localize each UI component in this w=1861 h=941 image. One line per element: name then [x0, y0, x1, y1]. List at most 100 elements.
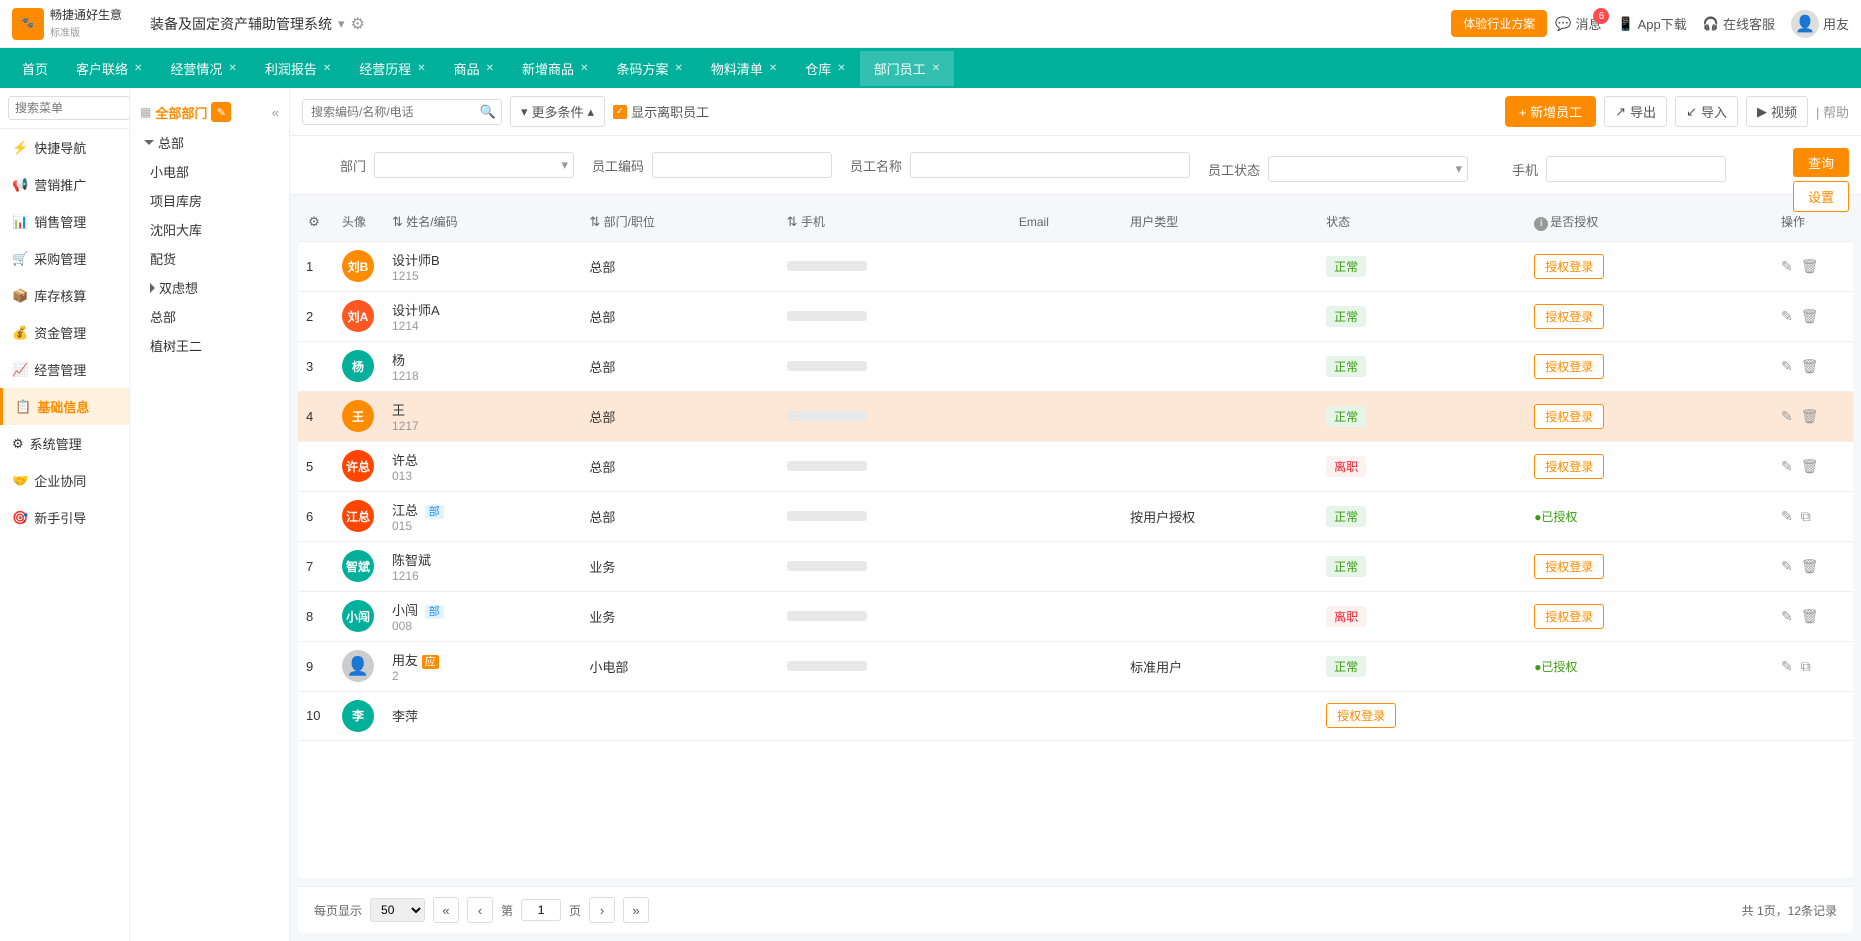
edit-icon[interactable]: ✎ — [1781, 308, 1793, 325]
prev-page-button[interactable]: ‹ — [467, 897, 493, 923]
edit-icon[interactable]: ✎ — [1781, 358, 1793, 375]
dept-parent-headquarter[interactable]: 总部 — [130, 128, 289, 157]
sidebar-item-bizmanage[interactable]: 📈 经营管理 — [0, 351, 129, 388]
sidebar-item-collab[interactable]: 🤝 企业协同 — [0, 462, 129, 499]
export-button[interactable]: ↗ 导出 — [1604, 96, 1667, 127]
dept-node-projroom[interactable]: 项目库房 — [130, 186, 289, 215]
dept-parent-shuanglv[interactable]: 双虑想 — [130, 273, 289, 302]
delete-icon[interactable]: 🗑 — [1801, 558, 1819, 575]
set-button[interactable]: 设置 — [1793, 181, 1849, 212]
next-page-button[interactable]: › — [589, 897, 615, 923]
dept-all-label[interactable]: 全部部门 — [155, 103, 207, 122]
search-input[interactable] — [302, 99, 502, 125]
nav-item-operation[interactable]: 经营情况 ✕ — [156, 51, 250, 86]
auth-button[interactable]: 授权登录 — [1534, 604, 1604, 629]
edit-icon[interactable]: ✎ — [1781, 408, 1793, 425]
nav-item-customer[interactable]: 客户联络 ✕ — [62, 51, 156, 86]
app-download-item[interactable]: 📱 App下载 — [1617, 14, 1686, 33]
show-resigned-label[interactable]: ✓ 显示离职员工 — [613, 102, 709, 121]
search-button[interactable]: 🔍 — [480, 104, 496, 120]
last-page-button[interactable]: » — [623, 897, 649, 923]
sidebar-item-sales[interactable]: 📊 销售管理 — [0, 203, 129, 240]
auth-button[interactable]: 授权登录 — [1326, 703, 1396, 728]
sidebar-item-marketing[interactable]: 📢 营销推广 — [0, 166, 129, 203]
edit-icon[interactable]: ✎ — [1781, 508, 1793, 525]
nav-item-warehouse[interactable]: 仓库 ✕ — [791, 51, 859, 86]
edit-icon[interactable]: ✎ — [1781, 558, 1793, 575]
user-item[interactable]: 👤 用友 — [1791, 10, 1849, 38]
trial-button[interactable]: 体验行业方案 — [1451, 10, 1547, 37]
service-item[interactable]: 🎧 在线客服 — [1703, 14, 1775, 33]
table-settings-icon[interactable]: ⚙ — [306, 214, 322, 230]
auth-button[interactable]: 授权登录 — [1534, 304, 1604, 329]
delete-icon[interactable]: 🗑 — [1801, 358, 1819, 375]
dept-node-shenyang[interactable]: 沈阳大库 — [130, 215, 289, 244]
show-resigned-checkbox[interactable]: ✓ — [613, 105, 627, 119]
delete-icon[interactable]: 🗑 — [1801, 258, 1819, 275]
emp-code-input[interactable] — [652, 152, 832, 178]
sidebar-item-basic[interactable]: 📋 基础信息 — [0, 388, 129, 425]
dept-select[interactable] — [374, 152, 574, 178]
more-filter-button[interactable]: ▾ 更多条件 ▴ — [510, 96, 605, 127]
sidebar-item-inventory[interactable]: 📦 库存核算 — [0, 277, 129, 314]
auth-button[interactable]: 授权登录 — [1534, 354, 1604, 379]
copy-icon[interactable]: ⧉ — [1801, 658, 1811, 675]
nav-close-addgoods[interactable]: ✕ — [580, 63, 588, 74]
edit-icon[interactable]: ✎ — [1781, 608, 1793, 625]
settings-icon[interactable]: ⚙ — [351, 14, 365, 34]
edit-icon[interactable]: ✎ — [1781, 658, 1793, 675]
nav-close-customer[interactable]: ✕ — [134, 63, 142, 74]
phone-input[interactable] — [1546, 156, 1726, 182]
dept-node-headquarter2[interactable]: 总部 — [130, 302, 289, 331]
edit-icon[interactable]: ✎ — [1781, 258, 1793, 275]
delete-icon[interactable]: 🗑 — [1801, 408, 1819, 425]
page-size-select[interactable]: 50 100 — [370, 898, 425, 922]
nav-close-profit[interactable]: ✕ — [323, 63, 331, 74]
search-submit-button[interactable]: 查询 — [1793, 148, 1849, 177]
nav-item-home[interactable]: 首页 — [8, 51, 62, 86]
nav-item-dept[interactable]: 部门员工 ✕ — [860, 51, 954, 86]
nav-close-dept[interactable]: ✕ — [932, 63, 940, 74]
emp-name-input[interactable] — [910, 152, 1190, 178]
auth-button[interactable]: 授权登录 — [1534, 554, 1604, 579]
nav-item-goods[interactable]: 商品 ✕ — [440, 51, 508, 86]
nav-item-profit[interactable]: 利润报告 ✕ — [251, 51, 345, 86]
view-button[interactable]: ▶ 视频 — [1746, 96, 1808, 127]
nav-item-addgoods[interactable]: 新增商品 ✕ — [508, 51, 602, 86]
help-icon[interactable]: | 帮助 — [1816, 102, 1849, 121]
delete-icon[interactable]: 🗑 — [1801, 608, 1819, 625]
nav-item-bom[interactable]: 物料清单 ✕ — [697, 51, 791, 86]
sidebar-search-input[interactable] — [8, 96, 130, 120]
nav-close-bom[interactable]: ✕ — [769, 63, 777, 74]
delete-icon[interactable]: 🗑 — [1801, 458, 1819, 475]
sidebar-item-guide[interactable]: 🎯 新手引导 — [0, 499, 129, 536]
dept-node-zhishu[interactable]: 植树王二 — [130, 331, 289, 360]
nav-close-history[interactable]: ✕ — [417, 63, 425, 74]
sys-title-dropdown-icon[interactable]: ▾ — [338, 16, 345, 32]
dept-node-xiaodian[interactable]: 小电部 — [130, 157, 289, 186]
auth-button[interactable]: 授权登录 — [1534, 254, 1604, 279]
nav-close-goods[interactable]: ✕ — [486, 63, 494, 74]
first-page-button[interactable]: « — [433, 897, 459, 923]
dept-edit-button[interactable]: ✎ — [211, 102, 231, 122]
auth-button[interactable]: 授权登录 — [1534, 404, 1604, 429]
add-employee-button[interactable]: + 新增员工 — [1505, 96, 1596, 127]
sidebar-item-finance[interactable]: 💰 资金管理 — [0, 314, 129, 351]
nav-item-history[interactable]: 经营历程 ✕ — [345, 51, 439, 86]
sidebar-item-system[interactable]: ⚙ 系统管理 — [0, 425, 129, 462]
nav-close-barcode[interactable]: ✕ — [674, 63, 682, 74]
page-number-input[interactable]: 1 — [521, 899, 561, 921]
nav-close-operation[interactable]: ✕ — [228, 63, 236, 74]
sidebar-item-purchase[interactable]: 🛒 采购管理 — [0, 240, 129, 277]
nav-item-barcode[interactable]: 条码方案 ✕ — [602, 51, 696, 86]
copy-icon[interactable]: ⧉ — [1801, 508, 1811, 525]
dept-collapse-button[interactable]: « — [272, 105, 279, 120]
message-icon-item[interactable]: 💬 消息 6 — [1555, 14, 1601, 33]
import-button[interactable]: ↙ 导入 — [1675, 96, 1738, 127]
auth-button[interactable]: 授权登录 — [1534, 454, 1604, 479]
nav-close-warehouse[interactable]: ✕ — [837, 63, 845, 74]
edit-icon[interactable]: ✎ — [1781, 458, 1793, 475]
dept-node-delivery[interactable]: 配货 — [130, 244, 289, 273]
delete-icon[interactable]: 🗑 — [1801, 308, 1819, 325]
status-select[interactable] — [1268, 156, 1468, 182]
